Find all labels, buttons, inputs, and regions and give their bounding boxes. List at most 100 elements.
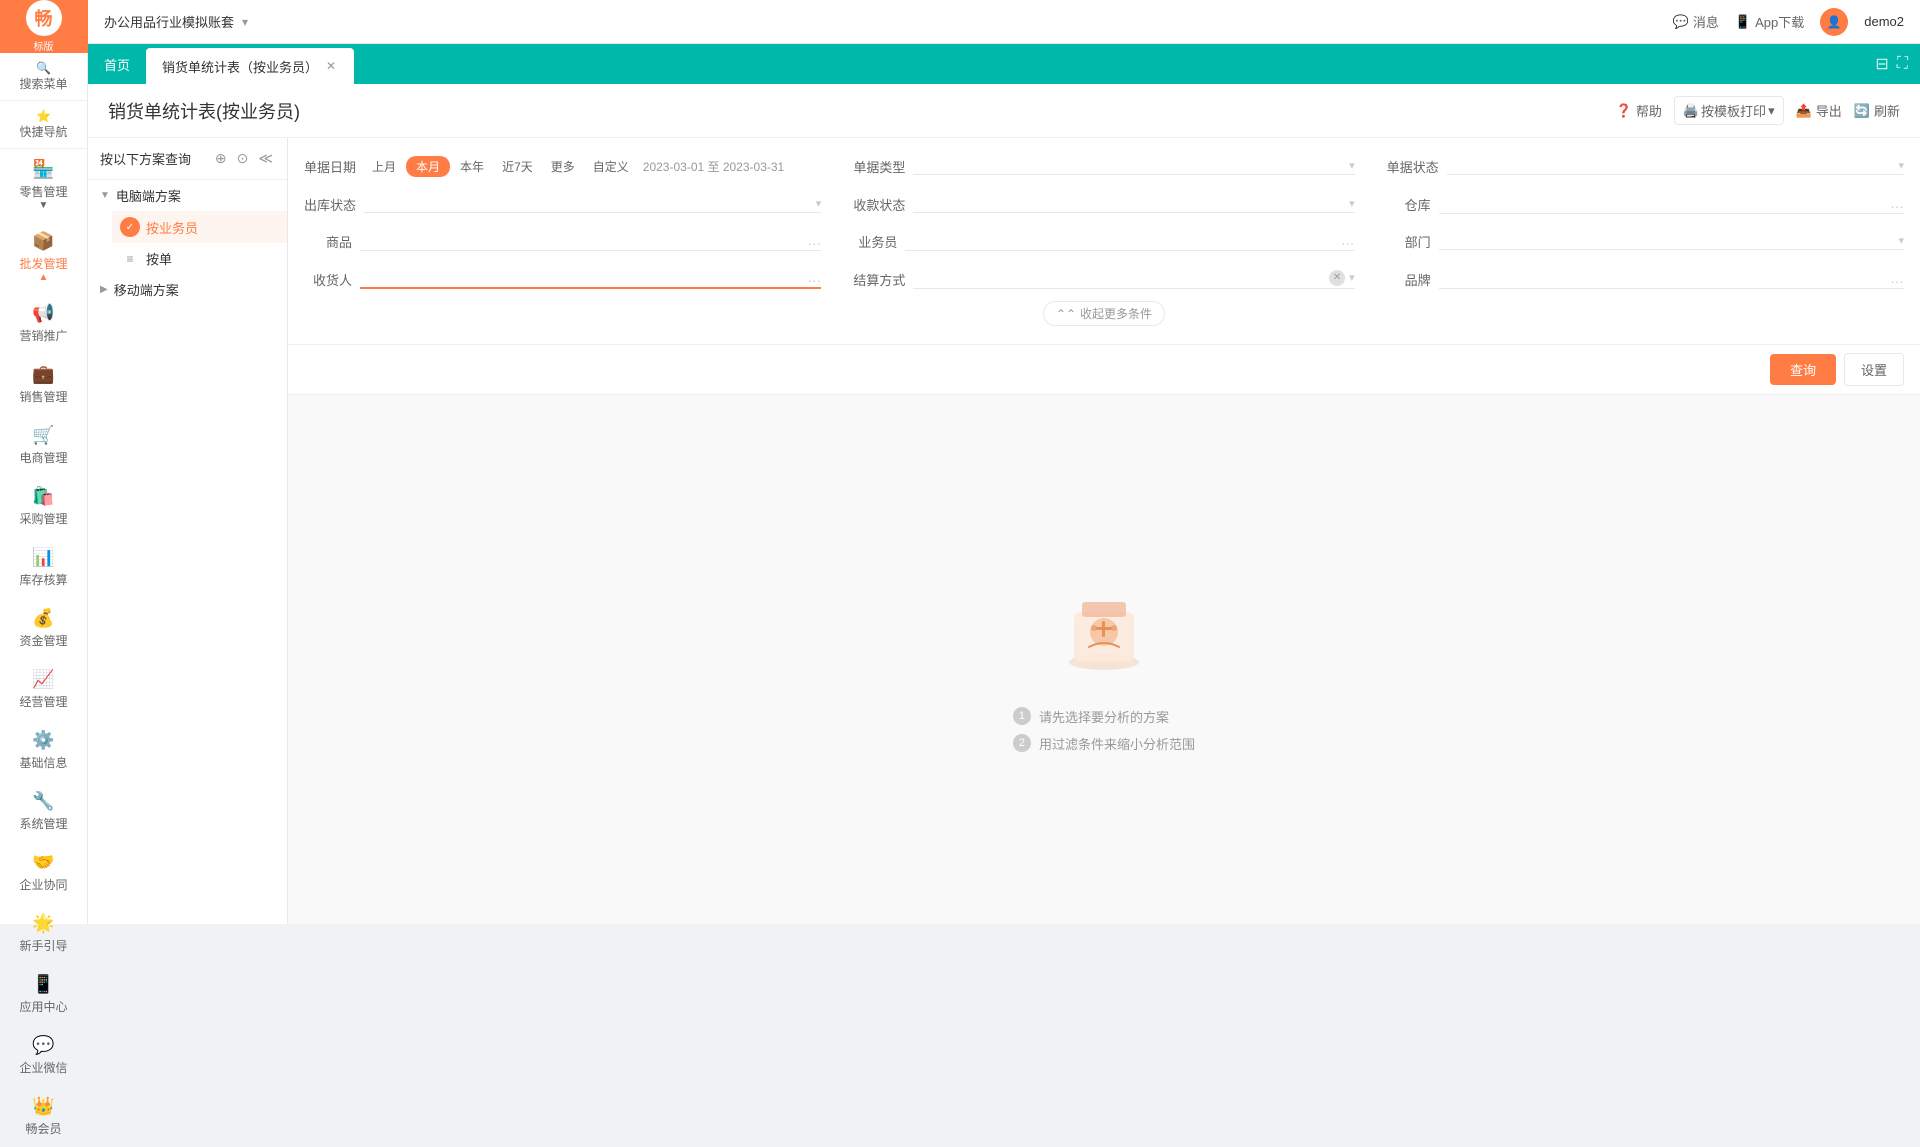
- dept-selector[interactable]: ▾: [1439, 234, 1904, 250]
- collapse-button[interactable]: ⌃⌃ 收起更多条件: [1043, 301, 1165, 326]
- tree-desktop-children: ✓ 按业务员 ≡ 按单: [88, 211, 287, 274]
- system-label: 系统管理: [19, 815, 67, 832]
- sidebar-search-menu[interactable]: 🔍 搜索菜单: [0, 53, 88, 101]
- filter-receiver-cell: 收货人 …: [304, 263, 837, 295]
- header-left: 办公用品行业模拟账套 ▾: [104, 12, 248, 31]
- sidebar-item-sales[interactable]: 💼 销售管理: [0, 354, 88, 415]
- date-btn-this-month[interactable]: 本月: [406, 156, 450, 177]
- salesperson-selector[interactable]: …: [905, 232, 1354, 251]
- filter-product-cell: 商品 …: [304, 226, 837, 257]
- settings-button[interactable]: 设置: [1844, 353, 1904, 386]
- out-status-arrow: ▾: [816, 197, 822, 210]
- doc-status-selector[interactable]: ▾: [1447, 159, 1904, 175]
- tab-home[interactable]: 首页: [88, 44, 146, 84]
- filter-salesperson-cell: 业务员 …: [837, 226, 1370, 257]
- filter-out-status-cell: 出库状态 ▾: [304, 189, 837, 220]
- sidebar-item-inventory[interactable]: 📊 库存核算: [0, 537, 88, 598]
- sidebar-item-wholesale[interactable]: 📦 批发管理 ▲: [0, 221, 88, 293]
- sidebar-item-basic[interactable]: ⚙️ 基础信息: [0, 720, 88, 781]
- active-indicator: ✓: [120, 217, 140, 237]
- sidebar-item-finance[interactable]: 💰 资金管理: [0, 598, 88, 659]
- star-icon: ⭐: [36, 109, 51, 123]
- help-button[interactable]: ❓ 帮助: [1616, 101, 1662, 120]
- refresh-button[interactable]: 🔄 刷新: [1854, 101, 1900, 120]
- tab-expand-icon[interactable]: ⛶: [1897, 55, 1908, 73]
- out-status-selector[interactable]: ▾: [364, 197, 821, 213]
- user-name[interactable]: demo2: [1864, 14, 1904, 29]
- query-button[interactable]: 查询: [1770, 354, 1836, 385]
- sidebar-item-apps[interactable]: 📱 应用中心: [0, 964, 88, 1025]
- receiver-label: 收货人: [304, 270, 360, 289]
- help-icon: ❓: [1616, 103, 1632, 119]
- date-btn-last-month[interactable]: 上月: [364, 156, 404, 177]
- sidebar: 畅 标版 🔍 搜索菜单 ⭐ 快捷导航 🏪 零售管理 ▼ 📦 批发管理 ▲ 📢 营…: [0, 0, 88, 924]
- app-download-button[interactable]: 📱 App下载: [1735, 12, 1804, 31]
- warehouse-selector[interactable]: …: [1439, 195, 1904, 214]
- date-btn-7days[interactable]: 近7天: [494, 156, 541, 177]
- message-label: 消息: [1693, 12, 1719, 31]
- export-button[interactable]: 📤 导出: [1796, 101, 1842, 120]
- tree-child-order[interactable]: ≡ 按单: [112, 243, 287, 274]
- date-btn-more[interactable]: 更多: [543, 156, 583, 177]
- sidebar-item-ecommerce[interactable]: 🛒 电商管理: [0, 415, 88, 476]
- sidebar-item-enterprise[interactable]: 🤝 企业协同: [0, 842, 88, 903]
- product-dots: …: [807, 232, 821, 248]
- export-label: 导出: [1816, 101, 1842, 120]
- tip-num-2: 2: [1013, 734, 1031, 752]
- date-btn-this-year[interactable]: 本年: [452, 156, 492, 177]
- sidebar-item-business[interactable]: 📈 经营管理: [0, 659, 88, 720]
- member-icon: 👑: [32, 1096, 54, 1117]
- tab-close-icon[interactable]: ✕: [324, 57, 338, 75]
- sidebar-item-marketing[interactable]: 📢 营销推广: [0, 293, 88, 354]
- tree-child-salesperson[interactable]: ✓ 按业务员: [112, 211, 287, 243]
- user-avatar[interactable]: 👤: [1820, 8, 1848, 36]
- enterprise-icon: 🤝: [32, 852, 54, 873]
- tab-minimize-icon[interactable]: ⊟: [1875, 54, 1888, 74]
- warehouse-dots: …: [1890, 195, 1904, 211]
- brand-selector[interactable]: …: [1439, 270, 1904, 289]
- settle-arrow: ▾: [1349, 271, 1355, 284]
- sidebar-item-newbie[interactable]: 🌟 新手引导: [0, 903, 88, 964]
- system-icon: 🔧: [32, 791, 54, 812]
- tab-sales-stat[interactable]: 销货单统计表（按业务员） ✕: [146, 48, 354, 84]
- marketing-icon: 📢: [32, 303, 54, 324]
- settle-clear-icon[interactable]: ✕: [1329, 270, 1345, 286]
- panel-settings-icon[interactable]: ⊙: [235, 148, 251, 169]
- tree-expand-arrow: ▼: [100, 190, 110, 201]
- export-icon: 📤: [1796, 103, 1812, 119]
- doc-status-arrow: ▾: [1898, 159, 1904, 172]
- filter-brand-cell: 品牌 …: [1371, 263, 1904, 295]
- sidebar-item-system[interactable]: 🔧 系统管理: [0, 781, 88, 842]
- settle-selector[interactable]: ✕ ▾: [913, 270, 1354, 289]
- sidebar-quick-nav[interactable]: ⭐ 快捷导航: [0, 101, 88, 149]
- logo[interactable]: 畅 标版: [0, 0, 88, 53]
- tree-mobile-label[interactable]: ▶ 移动端方案: [88, 274, 287, 305]
- message-button[interactable]: 💬 消息: [1673, 12, 1719, 31]
- date-label: 单据日期: [304, 157, 364, 176]
- receiver-input[interactable]: …: [360, 269, 821, 289]
- sidebar-item-wechat[interactable]: 💬 企业微信: [0, 1025, 88, 1086]
- product-selector[interactable]: …: [360, 232, 821, 251]
- sales-stat-tab-label: 销货单统计表（按业务员）: [162, 57, 318, 76]
- panel-collapse-icon[interactable]: ≪: [256, 148, 275, 169]
- empty-tip-1-text: 请先选择要分析的方案: [1039, 707, 1169, 726]
- suite-dropdown-icon[interactable]: ▾: [242, 15, 248, 29]
- page-header: 销货单统计表(按业务员) ❓ 帮助 🖨️ 按模板打印 ▾ 📤 导出: [88, 84, 1920, 138]
- sidebar-item-retail[interactable]: 🏪 零售管理 ▼: [0, 149, 88, 221]
- doc-type-selector[interactable]: ▾: [913, 159, 1354, 175]
- brand-dots: …: [1890, 270, 1904, 286]
- print-button[interactable]: 🖨️ 按模板打印 ▾: [1674, 96, 1784, 125]
- panel-add-icon[interactable]: ⊕: [213, 148, 229, 169]
- salesperson-dots: …: [1341, 232, 1355, 248]
- tree-desktop-text: 电脑端方案: [116, 186, 181, 205]
- help-label: 帮助: [1636, 101, 1662, 120]
- date-btn-custom[interactable]: 自定义: [585, 156, 637, 177]
- settle-label: 结算方式: [853, 270, 913, 289]
- print-dropdown[interactable]: 🖨️ 按模板打印 ▾: [1674, 96, 1784, 125]
- sidebar-item-member[interactable]: 👑 畅会员: [0, 1086, 88, 1147]
- home-tab-label: 首页: [104, 55, 130, 74]
- sidebar-item-purchase[interactable]: 🛍️ 采购管理: [0, 476, 88, 537]
- receipt-status-label: 收款状态: [853, 195, 913, 214]
- tree-desktop-label[interactable]: ▼ 电脑端方案: [88, 180, 287, 211]
- receipt-status-selector[interactable]: ▾: [913, 197, 1354, 213]
